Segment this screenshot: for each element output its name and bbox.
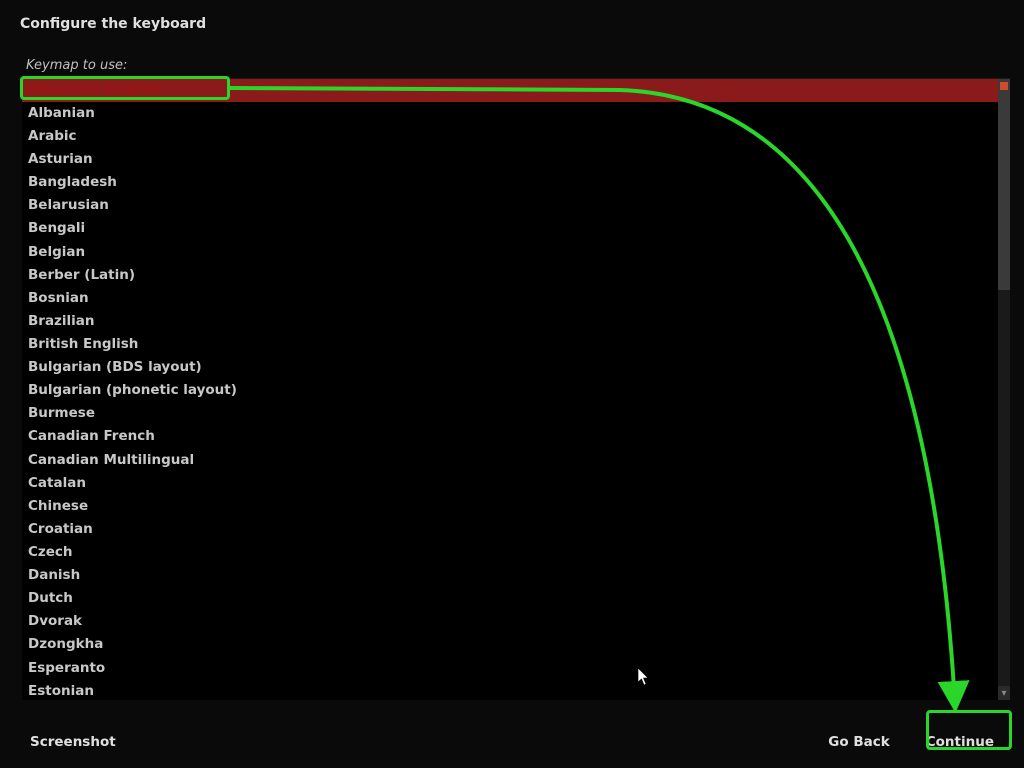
keymap-label: Keymap to use:	[0, 36, 1024, 75]
scroll-down-icon[interactable]: ▾	[998, 686, 1010, 700]
list-item[interactable]: Bulgarian (BDS layout)	[22, 356, 998, 379]
list-item[interactable]: Asturian	[22, 148, 998, 171]
page-title: Configure the keyboard	[0, 0, 1024, 36]
list-item[interactable]: Canadian French	[22, 426, 998, 449]
screenshot-button[interactable]: Screenshot	[12, 722, 134, 762]
list-item[interactable]: Bengali	[22, 218, 998, 241]
list-item[interactable]: Catalan	[22, 472, 998, 495]
list-item[interactable]: Bosnian	[22, 287, 998, 310]
continue-button[interactable]: Continue	[908, 722, 1012, 762]
scroll-indicator-icon	[1000, 82, 1008, 90]
list-item[interactable]: Estonian	[22, 680, 998, 700]
list-item[interactable]: American English	[22, 79, 998, 102]
list-item[interactable]: Chinese	[22, 495, 998, 518]
list-item[interactable]: Esperanto	[22, 657, 998, 680]
list-item[interactable]: Danish	[22, 564, 998, 587]
list-item[interactable]: Dzongkha	[22, 634, 998, 657]
list-item[interactable]: Berber (Latin)	[22, 264, 998, 287]
list-item[interactable]: Brazilian	[22, 310, 998, 333]
go-back-button[interactable]: Go Back	[810, 722, 907, 762]
list-item[interactable]: Bangladesh	[22, 171, 998, 194]
list-item[interactable]: Dutch	[22, 587, 998, 610]
scrollbar-thumb[interactable]	[998, 79, 1010, 290]
list-item[interactable]: Belarusian	[22, 195, 998, 218]
list-item[interactable]: Arabic	[22, 125, 998, 148]
footer-bar: Screenshot Go Back Continue	[0, 716, 1024, 768]
list-item[interactable]: Croatian	[22, 518, 998, 541]
list-item[interactable]: Belgian	[22, 241, 998, 264]
keymap-list[interactable]: American EnglishAlbanianArabicAsturianBa…	[22, 79, 998, 700]
list-item[interactable]: Burmese	[22, 403, 998, 426]
scrollbar[interactable]: ▾	[998, 79, 1010, 700]
keymap-list-container: American EnglishAlbanianArabicAsturianBa…	[22, 78, 1010, 700]
list-item[interactable]: Canadian Multilingual	[22, 449, 998, 472]
list-item[interactable]: Albanian	[22, 102, 998, 125]
list-item[interactable]: Czech	[22, 541, 998, 564]
list-item[interactable]: Bulgarian (phonetic layout)	[22, 379, 998, 402]
list-item[interactable]: Dvorak	[22, 611, 998, 634]
list-item[interactable]: British English	[22, 333, 998, 356]
